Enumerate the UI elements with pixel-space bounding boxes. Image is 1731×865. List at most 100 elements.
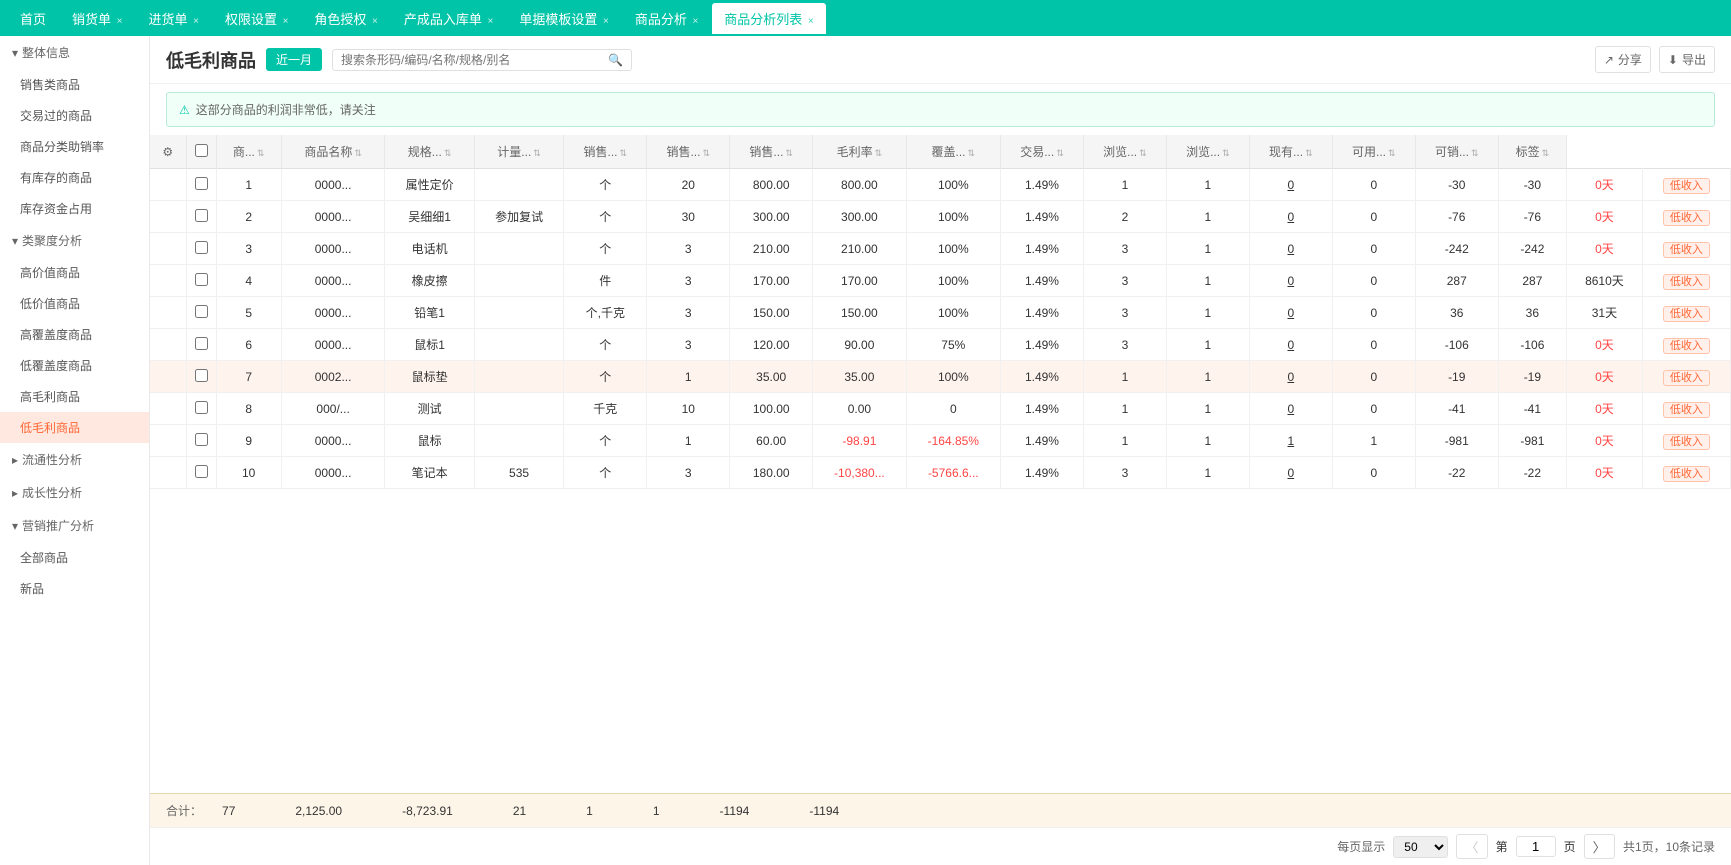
row-checkbox[interactable]: [195, 273, 208, 286]
nav-analysis-list[interactable]: 商品分析列表 ×: [712, 3, 825, 34]
sidebar-section-growth[interactable]: ▸ 成长性分析: [0, 476, 149, 509]
cell-checkbox[interactable]: [186, 329, 216, 361]
th-margin[interactable]: 毛利率⇅: [813, 135, 906, 169]
sidebar-section-cluster[interactable]: ▾ 类聚度分析: [0, 224, 149, 257]
cell-checkbox[interactable]: [186, 425, 216, 457]
sidebar-item-capital[interactable]: 库存资金占用: [0, 193, 149, 224]
row-checkbox[interactable]: [195, 433, 208, 446]
nav-close-analysis-list[interactable]: ×: [808, 16, 814, 27]
th-code[interactable]: 商...⇅: [216, 135, 281, 169]
th-available[interactable]: 可用...⇅: [1332, 135, 1415, 169]
row-checkbox[interactable]: [195, 177, 208, 190]
cell-spec: [474, 265, 563, 297]
share-button[interactable]: ↗ 分享: [1595, 46, 1651, 73]
nav-permissions[interactable]: 权限设置 ×: [213, 3, 300, 34]
th-coverage[interactable]: 覆盖...⇅: [906, 135, 1000, 169]
nav-analysis[interactable]: 商品分析 ×: [623, 3, 710, 34]
th-sales-qty[interactable]: 销售...⇅: [564, 135, 647, 169]
nav-templates[interactable]: 单据模板设置 ×: [507, 3, 620, 34]
nav-close-roles[interactable]: ×: [372, 16, 378, 27]
cell-view1[interactable]: 0: [1249, 233, 1332, 265]
sidebar-item-all-goods[interactable]: 全部商品: [0, 542, 149, 573]
cell-checkbox[interactable]: [186, 457, 216, 489]
search-input[interactable]: [341, 53, 604, 67]
nav-close-permissions[interactable]: ×: [283, 16, 289, 27]
row-checkbox[interactable]: [195, 241, 208, 254]
search-icon[interactable]: 🔍: [608, 53, 623, 67]
table-row: 3 0000... 电话机 个 3 210.00 210.00 100% 1.4…: [150, 233, 1731, 265]
sidebar-section-flow[interactable]: ▸ 流通性分析: [0, 443, 149, 476]
cell-view1[interactable]: 1: [1249, 425, 1332, 457]
prev-page-button[interactable]: 〈: [1456, 834, 1487, 859]
th-current[interactable]: 现有...⇅: [1249, 135, 1332, 169]
sidebar-item-high-coverage[interactable]: 高覆盖度商品: [0, 319, 149, 350]
sidebar-item-low-coverage[interactable]: 低覆盖度商品: [0, 350, 149, 381]
cell-view1[interactable]: 0: [1249, 297, 1332, 329]
nav-close-analysis[interactable]: ×: [692, 16, 698, 27]
sidebar-item-high-value[interactable]: 高价值商品: [0, 257, 149, 288]
per-page-select[interactable]: 50 100: [1393, 836, 1448, 858]
page-input[interactable]: [1516, 836, 1556, 857]
cell-spec: [474, 233, 563, 265]
sidebar-item-traded[interactable]: 交易过的商品: [0, 100, 149, 131]
cell-checkbox[interactable]: [186, 297, 216, 329]
nav-home[interactable]: 首页: [8, 3, 58, 34]
nav-roles[interactable]: 角色授权 ×: [302, 3, 389, 34]
nav-products[interactable]: 产成品入库单 ×: [392, 3, 505, 34]
th-sellable[interactable]: 可销...⇅: [1415, 135, 1498, 169]
row-checkbox[interactable]: [195, 369, 208, 382]
cell-view1[interactable]: 0: [1249, 201, 1332, 233]
th-view1[interactable]: 浏览...⇅: [1083, 135, 1166, 169]
th-trade[interactable]: 交易...⇅: [1001, 135, 1084, 169]
row-checkbox[interactable]: [195, 209, 208, 222]
th-view2[interactable]: 浏览...⇅: [1166, 135, 1249, 169]
nav-close-templates[interactable]: ×: [603, 16, 609, 27]
sidebar-section-overall[interactable]: ▾ 整体信息: [0, 36, 149, 69]
select-all-checkbox[interactable]: [195, 144, 208, 157]
sidebar-item-sales-goods[interactable]: 销售类商品: [0, 69, 149, 100]
sidebar-item-category-rate[interactable]: 商品分类助销率: [0, 131, 149, 162]
sidebar-item-in-stock[interactable]: 有库存的商品: [0, 162, 149, 193]
th-name[interactable]: 商品名称⇅: [281, 135, 384, 169]
th-spec[interactable]: 规格...⇅: [385, 135, 474, 169]
nav-close-products[interactable]: ×: [488, 16, 494, 27]
next-page-button[interactable]: 〉: [1584, 834, 1615, 859]
cell-view1[interactable]: 0: [1249, 169, 1332, 201]
nav-sales[interactable]: 销货单 ×: [60, 3, 134, 34]
cell-checkbox[interactable]: [186, 265, 216, 297]
th-tag[interactable]: 标签⇅: [1498, 135, 1566, 169]
sidebar-item-low-value[interactable]: 低价值商品: [0, 288, 149, 319]
sidebar-item-low-margin[interactable]: 低毛利商品: [0, 412, 149, 443]
th-settings[interactable]: ⚙: [150, 135, 186, 169]
cell-checkbox[interactable]: [186, 393, 216, 425]
row-checkbox[interactable]: [195, 337, 208, 350]
row-checkbox[interactable]: [195, 465, 208, 478]
row-checkbox[interactable]: [195, 401, 208, 414]
nav-close-purchase[interactable]: ×: [193, 16, 199, 27]
cell-view1[interactable]: 0: [1249, 393, 1332, 425]
filter-date-button[interactable]: 近一月: [266, 48, 322, 71]
cell-checkbox[interactable]: [186, 201, 216, 233]
nav-close-sales[interactable]: ×: [117, 16, 123, 27]
th-checkbox[interactable]: [186, 135, 216, 169]
sidebar-item-new-goods[interactable]: 新品: [0, 573, 149, 604]
cell-unit: 个: [564, 425, 647, 457]
sidebar-item-high-margin[interactable]: 高毛利商品: [0, 381, 149, 412]
search-box[interactable]: 🔍: [332, 49, 632, 71]
cell-checkbox[interactable]: [186, 233, 216, 265]
row-checkbox[interactable]: [195, 305, 208, 318]
sidebar-section-marketing[interactable]: ▾ 营销推广分析: [0, 509, 149, 542]
cell-view1[interactable]: 0: [1249, 457, 1332, 489]
cell-view1[interactable]: 0: [1249, 265, 1332, 297]
th-sales-amount[interactable]: 销售...⇅: [730, 135, 813, 169]
cell-view1[interactable]: 0: [1249, 329, 1332, 361]
th-sales-price[interactable]: 销售...⇅: [647, 135, 730, 169]
cell-checkbox[interactable]: [186, 361, 216, 393]
sidebar-section-flow-label: 流通性分析: [22, 451, 82, 468]
cell-view1[interactable]: 0: [1249, 361, 1332, 393]
th-unit[interactable]: 计量...⇅: [474, 135, 563, 169]
nav-purchase[interactable]: 进货单 ×: [136, 3, 210, 34]
cell-settings: [150, 201, 186, 233]
export-button[interactable]: ⬇ 导出: [1659, 46, 1715, 73]
cell-checkbox[interactable]: [186, 169, 216, 201]
